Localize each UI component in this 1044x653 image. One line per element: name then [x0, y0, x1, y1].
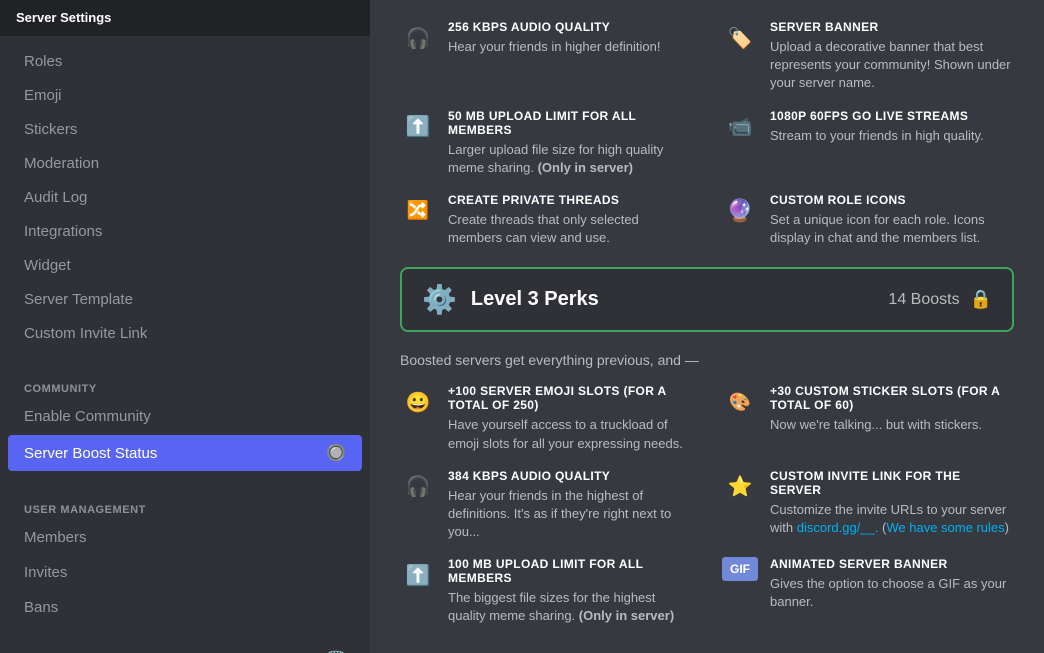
- perk-desc: Gives the option to choose a GIF as your…: [770, 575, 1014, 611]
- boost-status-icon: 🔘: [326, 443, 346, 463]
- level-3-perks-box: ⚙️ Level 3 Perks 14 Boosts 🔒: [400, 267, 1014, 332]
- sidebar-item-roles[interactable]: Roles: [8, 45, 362, 78]
- perk-title: 384 KBPS AUDIO QUALITY: [448, 469, 692, 483]
- perk-title: 100 MB UPLOAD LIMIT FOR ALL MEMBERS: [448, 557, 692, 585]
- sidebar-item-stickers[interactable]: Stickers: [8, 113, 362, 146]
- sidebar-item-label: Enable Community: [24, 408, 151, 425]
- sidebar-item-members[interactable]: Members: [8, 521, 362, 554]
- sidebar-item-label: Widget: [24, 257, 71, 274]
- sidebar-item-audit-log[interactable]: Audit Log: [8, 181, 362, 214]
- perk-title: CREATE PRIVATE THREADS: [448, 193, 692, 207]
- perk-desc: Larger upload file size for high quality…: [448, 141, 692, 177]
- perk-desc: Hear your friends in the highest of defi…: [448, 487, 692, 542]
- rules-link[interactable]: We have some rules: [886, 520, 1004, 535]
- perk-title: ANIMATED SERVER BANNER: [770, 557, 1014, 571]
- perk-384-audio: 🎧 384 KBPS AUDIO QUALITY Hear your frien…: [400, 469, 692, 542]
- sidebar-item-label: Server Template: [24, 291, 133, 308]
- perk-desc: Stream to your friends in high quality.: [770, 127, 984, 145]
- threads-icon: 🔀: [400, 193, 436, 229]
- sidebar-item-bans[interactable]: Bans: [8, 591, 362, 624]
- perk-desc: The biggest file sizes for the highest q…: [448, 589, 692, 625]
- perk-desc: Have yourself access to a truckload of e…: [448, 416, 692, 452]
- top-perks-grid: 🎧 256 KBPS AUDIO QUALITY Hear your frien…: [400, 20, 1014, 247]
- level-title: Level 3 Perks: [471, 288, 599, 311]
- banner-icon: 🏷️: [722, 20, 758, 56]
- perk-desc: Upload a decorative banner that best rep…: [770, 38, 1014, 93]
- sidebar-item-emoji[interactable]: Emoji: [8, 79, 362, 112]
- role-icons-icon: 🔮: [722, 193, 758, 229]
- sidebar-item-widget[interactable]: Widget: [8, 249, 362, 282]
- level-icon: ⚙️: [422, 283, 457, 316]
- sidebar-item-delete-server[interactable]: Delete Server 🗑️: [8, 642, 362, 653]
- perk-desc: Set a unique icon for each role. Icons d…: [770, 211, 1014, 247]
- perk-desc: Now we're talking... but with stickers.: [770, 416, 1014, 434]
- sticker-icon: 🎨: [722, 384, 758, 420]
- lock-icon: 🔒: [970, 289, 992, 310]
- perk-emoji-slots: 😀 +100 SERVER EMOJI SLOTS (FOR A TOTAL O…: [400, 384, 692, 452]
- user-management-section-label: USER MANAGEMENT: [0, 488, 370, 520]
- discord-link[interactable]: discord.gg/__.: [797, 520, 879, 535]
- main-content: 🎧 256 KBPS AUDIO QUALITY Hear your frien…: [370, 0, 1044, 653]
- sidebar-item-enable-community[interactable]: Enable Community: [8, 400, 362, 433]
- perk-animated-banner: GIF ANIMATED SERVER BANNER Gives the opt…: [722, 557, 1014, 625]
- star-icon: ⭐: [722, 469, 758, 505]
- perk-title: CUSTOM INVITE LINK FOR THE SERVER: [770, 469, 1014, 497]
- perk-audio-quality: 🎧 256 KBPS AUDIO QUALITY Hear your frien…: [400, 20, 692, 93]
- boosted-intro: Boosted servers get everything previous,…: [400, 352, 1014, 368]
- perk-title: SERVER BANNER: [770, 20, 1014, 34]
- headphone-icon: 🎧: [400, 20, 436, 56]
- perk-go-live: 📹 1080P 60FPS GO LIVE STREAMS Stream to …: [722, 109, 1014, 177]
- sidebar-item-label: Emoji: [24, 87, 62, 104]
- headphone2-icon: 🎧: [400, 469, 436, 505]
- perk-title: +30 CUSTOM STICKER SLOTS (FOR A TOTAL OF…: [770, 384, 1014, 412]
- sidebar-item-server-template[interactable]: Server Template: [8, 283, 362, 316]
- upload-icon: ⬆️: [400, 109, 436, 145]
- perk-sticker-slots: 🎨 +30 CUSTOM STICKER SLOTS (FOR A TOTAL …: [722, 384, 1014, 452]
- boosted-perks-grid: 😀 +100 SERVER EMOJI SLOTS (FOR A TOTAL O…: [400, 384, 1014, 625]
- boost-count: 14 Boosts: [888, 291, 959, 309]
- perk-desc: Hear your friends in higher definition!: [448, 38, 660, 56]
- emoji-icon: 😀: [400, 384, 436, 420]
- sidebar-item-integrations[interactable]: Integrations: [8, 215, 362, 248]
- sidebar-item-label: Bans: [24, 599, 58, 616]
- perk-title: 1080P 60FPS GO LIVE STREAMS: [770, 109, 984, 123]
- perk-desc: Create threads that only selected member…: [448, 211, 692, 247]
- perk-title: CUSTOM ROLE ICONS: [770, 193, 1014, 207]
- upload2-icon: ⬆️: [400, 557, 436, 593]
- sidebar-item-custom-invite-link[interactable]: Custom Invite Link: [8, 317, 362, 350]
- sidebar-item-server-boost-status[interactable]: Server Boost Status 🔘: [8, 435, 362, 471]
- sidebar-item-label: Stickers: [24, 121, 77, 138]
- sidebar-item-invites[interactable]: Invites: [8, 556, 362, 589]
- sidebar-item-label: Roles: [24, 53, 62, 70]
- sidebar-item-label: Integrations: [24, 223, 102, 240]
- perk-100mb-upload: ⬆️ 100 MB UPLOAD LIMIT FOR ALL MEMBERS T…: [400, 557, 692, 625]
- community-section-label: COMMUNITY: [0, 367, 370, 399]
- sidebar: Server Settings Roles Emoji Stickers Mod…: [0, 0, 370, 653]
- perk-custom-invite: ⭐ CUSTOM INVITE LINK FOR THE SERVER Cust…: [722, 469, 1014, 542]
- perk-title: 50 MB UPLOAD LIMIT FOR ALL MEMBERS: [448, 109, 692, 137]
- perk-desc: Customize the invite URLs to your server…: [770, 501, 1014, 537]
- sidebar-item-label: Invites: [24, 564, 67, 581]
- sidebar-item-label: Moderation: [24, 155, 99, 172]
- perk-upload-limit: ⬆️ 50 MB UPLOAD LIMIT FOR ALL MEMBERS La…: [400, 109, 692, 177]
- perk-private-threads: 🔀 CREATE PRIVATE THREADS Create threads …: [400, 193, 692, 247]
- sidebar-item-label: Server Boost Status: [24, 445, 157, 462]
- perk-title: 256 KBPS AUDIO QUALITY: [448, 20, 660, 34]
- perk-title: +100 SERVER EMOJI SLOTS (FOR A TOTAL OF …: [448, 384, 692, 412]
- sidebar-header: Server Settings: [0, 0, 370, 36]
- sidebar-item-moderation[interactable]: Moderation: [8, 147, 362, 180]
- only-in-server-note2: (Only in server): [579, 608, 674, 623]
- video-icon: 📹: [722, 109, 758, 145]
- sidebar-item-label: Members: [24, 529, 87, 546]
- only-in-server-note: (Only in server): [538, 160, 633, 175]
- gif-icon: GIF: [722, 557, 758, 581]
- sidebar-item-label: Custom Invite Link: [24, 325, 147, 342]
- perk-custom-role-icons: 🔮 CUSTOM ROLE ICONS Set a unique icon fo…: [722, 193, 1014, 247]
- sidebar-item-label: Audit Log: [24, 189, 87, 206]
- perk-server-banner: 🏷️ SERVER BANNER Upload a decorative ban…: [722, 20, 1014, 93]
